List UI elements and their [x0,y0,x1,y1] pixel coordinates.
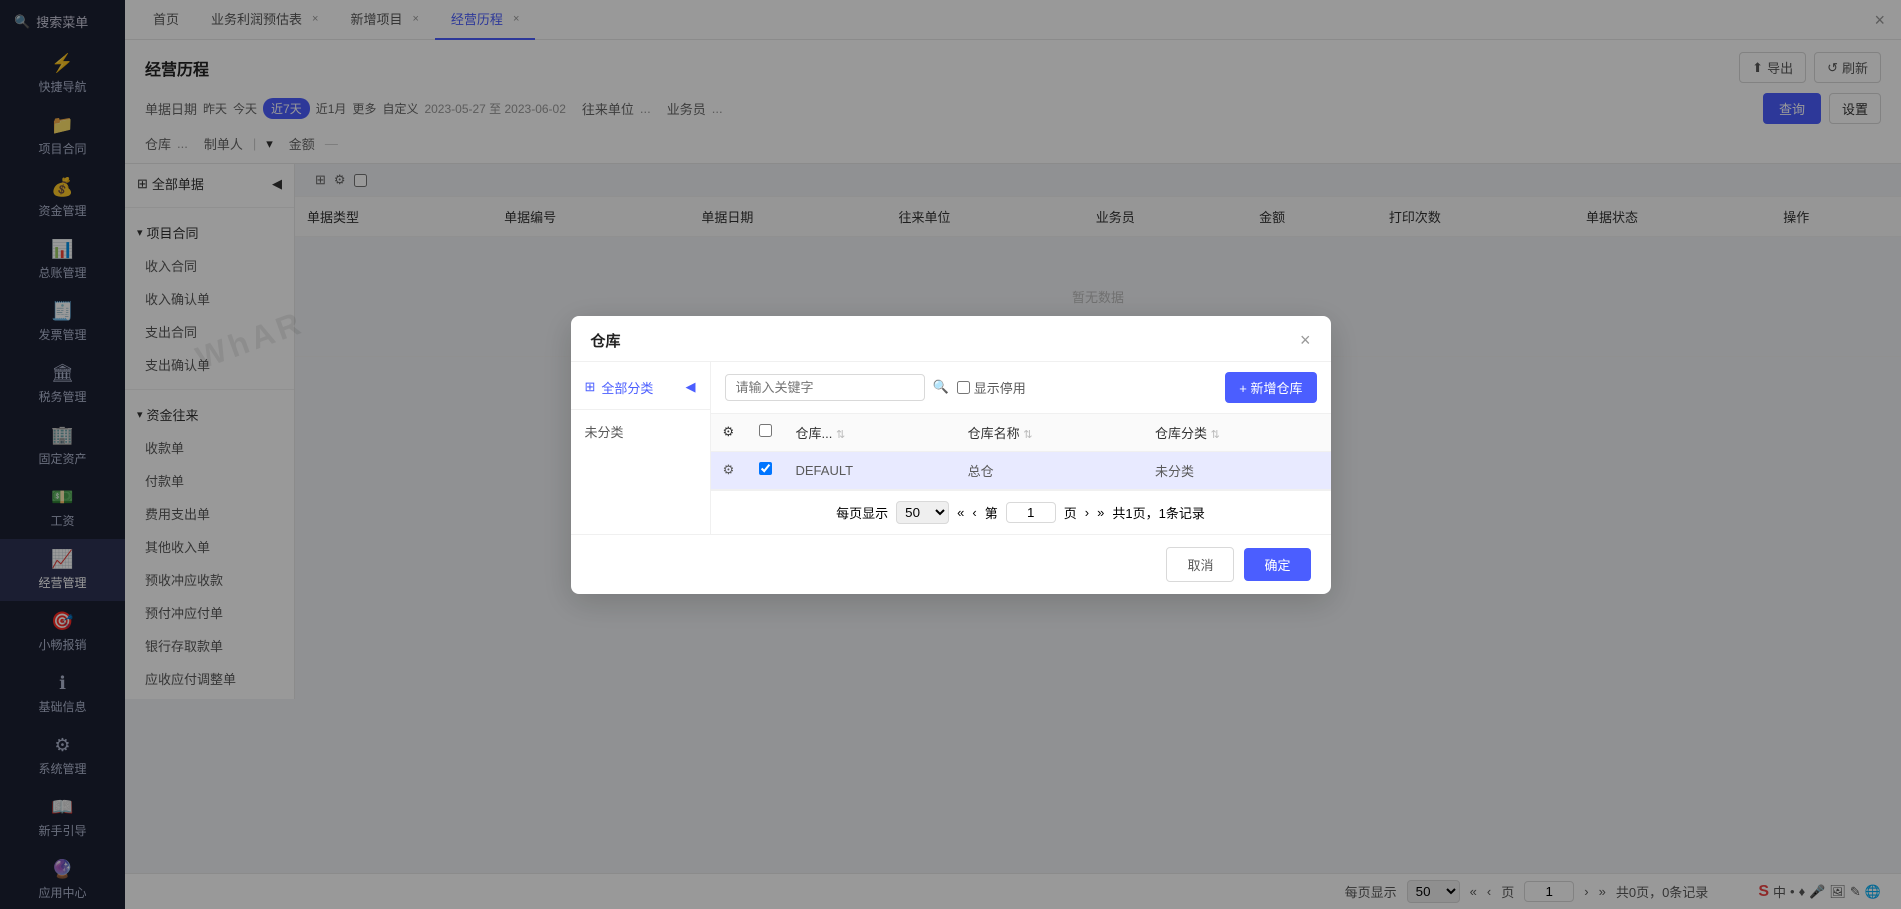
modal-col-name: 仓库名称 ⇅ [956,414,1143,452]
modal-toolbar: 🔍 显示停用 + 新增仓库 [711,362,1331,414]
modal-pagination: 每页显示 501020100 « ‹ 第 页 › » 共1页，1条记录 [711,490,1331,534]
modal-col-code: 仓库... ⇅ [784,414,956,452]
show-disabled-label[interactable]: 显示停用 [957,378,1026,397]
warehouse-modal: 仓库 × ⊞ 全部分类 ◀ 未分类 🔍 [571,316,1331,594]
modal-all-category[interactable]: ⊞ 全部分类 ◀ [571,370,710,405]
modal-col-code-label: 仓库... [796,426,833,441]
modal-col-name-label: 仓库名称 [968,426,1020,441]
modal-right: 🔍 显示停用 + 新增仓库 ⚙ [711,362,1331,534]
modal-search-input[interactable] [725,374,925,401]
cancel-button[interactable]: 取消 [1166,547,1234,582]
modal-page-input[interactable] [1006,502,1056,523]
add-warehouse-label: + 新增仓库 [1239,378,1302,397]
modal-title: 仓库 [591,330,621,351]
modal-page-last-btn[interactable]: » [1097,505,1104,520]
modal-page-first-btn[interactable]: « [957,505,964,520]
modal-page-suffix: 页 [1064,503,1077,522]
modal-per-page-select[interactable]: 501020100 [896,501,949,524]
modal-category-label: 全部分类 [601,378,653,397]
modal-table: ⚙ 仓库... ⇅ 仓库名称 ⇅ [711,414,1331,490]
modal-page-label: 第 [985,503,998,522]
modal-total-info: 共1页，1条记录 [1112,503,1204,522]
sort-icon-name[interactable]: ⇅ [1023,429,1032,441]
confirm-button[interactable]: 确定 [1244,548,1310,581]
modal-footer-actions: 取消 确定 [571,534,1331,594]
row-settings-icon[interactable]: ⚙ [723,462,735,477]
modal-search-icon[interactable]: 🔍 [933,379,949,395]
add-warehouse-button[interactable]: + 新增仓库 [1225,372,1316,403]
modal-col-settings: ⚙ [711,414,747,452]
modal-page-next-btn[interactable]: › [1085,505,1089,520]
sort-icon-category[interactable]: ⇅ [1211,429,1220,441]
row-name: 总仓 [956,451,1143,489]
show-disabled-checkbox[interactable] [957,381,970,394]
row-check[interactable] [759,462,772,475]
modal-left-panel: ⊞ 全部分类 ◀ 未分类 [571,362,711,534]
modal-close-icon[interactable]: × [1300,330,1311,351]
collapse-modal-icon[interactable]: ◀ [686,379,696,395]
modal-col-category: 仓库分类 ⇅ [1143,414,1330,452]
modal-search-wrap: 🔍 显示停用 [725,374,1026,401]
modal-col-checkbox [747,414,784,452]
modal-page-prev-btn[interactable]: ‹ [972,505,976,520]
modal-category-item-label: 未分类 [585,425,624,440]
row-code: DEFAULT [784,451,956,489]
modal-table-row[interactable]: ⚙ DEFAULT 总仓 未分类 [711,451,1331,489]
col-settings-icon[interactable]: ⚙ [723,424,735,439]
modal-body: ⊞ 全部分类 ◀ 未分类 🔍 显示停用 [571,362,1331,534]
modal-header: 仓库 × [571,316,1331,362]
row-checkbox[interactable] [747,451,784,489]
show-disabled-text: 显示停用 [974,378,1026,397]
sort-icon-code[interactable]: ⇅ [836,429,845,441]
row-category: 未分类 [1143,451,1330,489]
modal-per-page-label: 每页显示 [836,503,888,522]
grid-icon-modal: ⊞ [585,379,596,395]
modal-category-unclassified[interactable]: 未分类 [571,414,710,449]
modal-select-all-checkbox[interactable] [759,424,772,437]
modal-col-category-label: 仓库分类 [1155,426,1207,441]
modal-table-wrap: ⚙ 仓库... ⇅ 仓库名称 ⇅ [711,414,1331,490]
row-settings[interactable]: ⚙ [711,451,747,489]
